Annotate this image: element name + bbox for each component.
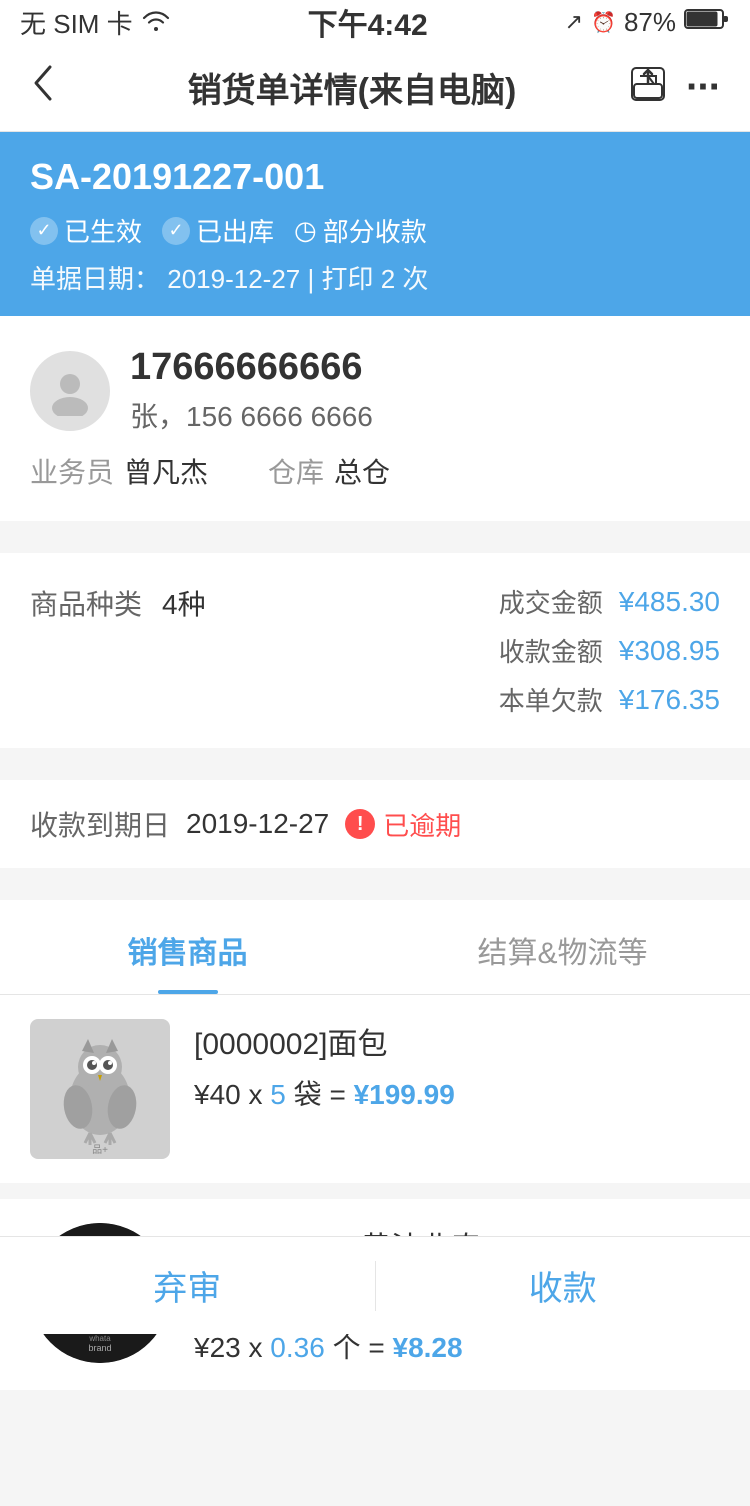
product-thumb-1: 品+ <box>30 1019 170 1159</box>
check-icon-1: ✓ <box>30 217 58 245</box>
nav-actions: ··· <box>630 65 720 110</box>
pay-amount: ¥308.95 <box>619 635 720 667</box>
product-equals-2: = <box>368 1332 392 1363</box>
product-type-label: 商品种类 <box>30 583 142 623</box>
deal-amount-line: 成交金额 ¥485.30 <box>499 583 720 620</box>
product-name-1: [0000002]面包 <box>194 1019 720 1063</box>
product-total-2: ¥8.28 <box>393 1332 463 1363</box>
product-qty-1: 5 <box>270 1079 286 1110</box>
salesperson-value: 曾凡杰 <box>124 451 208 491</box>
confirm-button[interactable]: 收款 <box>376 1261 750 1310</box>
debt-amount-line: 本单欠款 ¥176.35 <box>499 681 720 718</box>
debt-label: 本单欠款 <box>499 681 603 718</box>
order-id: SA-20191227-001 <box>30 156 720 198</box>
time-display: 下午4:42 <box>308 0 428 44</box>
status-effective: ✓ 已生效 <box>30 212 142 249</box>
tabs-row: 销售商品 结算&物流等 <box>0 900 750 994</box>
deal-label: 成交金额 <box>499 583 603 620</box>
location-icon: ↗ <box>565 9 583 35</box>
overdue-icon: ! <box>345 809 375 839</box>
product-price-value-2: ¥23 <box>194 1332 241 1363</box>
status-bar: 无 SIM 卡 下午4:42 ↗ ⏰ 87% <box>0 0 750 44</box>
svg-text:品+: 品+ <box>92 1144 108 1156</box>
due-date-section: 收款到期日 2019-12-27 ! 已逾期 <box>0 780 750 868</box>
warehouse-value: 总仓 <box>334 451 390 491</box>
product-unit-1: 袋 <box>294 1079 322 1110</box>
stats-section: 商品种类 4种 成交金额 ¥485.30 收款金额 ¥308.95 本单欠款 ¥… <box>0 553 750 748</box>
separator-2 <box>0 764 750 780</box>
pay-amount-line: 收款金额 ¥308.95 <box>499 632 720 669</box>
wifi-icon <box>141 7 171 38</box>
share-icon[interactable] <box>630 66 666 109</box>
product-price-multiply-1: x <box>249 1079 271 1110</box>
warehouse-label: 仓库 <box>268 451 324 491</box>
date-value: 2019-12-27 <box>167 264 300 294</box>
stats-row: 商品种类 4种 成交金额 ¥485.30 收款金额 ¥308.95 本单欠款 ¥… <box>30 583 720 718</box>
product-price-value-1: ¥40 <box>194 1079 241 1110</box>
due-label: 收款到期日 <box>30 804 170 844</box>
tab-settlement[interactable]: 结算&物流等 <box>375 900 750 994</box>
back-button[interactable] <box>30 63 74 113</box>
date-label: 单据日期： <box>30 264 160 294</box>
product-equals-1: = <box>329 1079 353 1110</box>
battery-icon <box>684 7 730 38</box>
stats-left: 商品种类 4种 <box>30 583 206 623</box>
tab-sales-products[interactable]: 销售商品 <box>0 900 375 994</box>
print-count: 2 <box>381 264 395 294</box>
tabs-section: 销售商品 结算&物流等 <box>0 900 750 995</box>
alarm-icon: ⏰ <box>591 10 616 35</box>
product-price-1: ¥40 x 5 袋 = ¥199.99 <box>194 1073 720 1113</box>
print-unit: 次 <box>402 264 428 294</box>
product-info-1: [0000002]面包 ¥40 x 5 袋 = ¥199.99 <box>194 1019 720 1113</box>
warehouse-item: 仓库 总仓 <box>268 451 390 491</box>
check-icon-2: ✓ <box>162 217 190 245</box>
product-type-count: 4种 <box>162 583 206 623</box>
carrier-text: 无 SIM 卡 <box>20 4 133 41</box>
print-label: | 打印 <box>307 264 373 294</box>
customer-info: 17666666666 张，156 6666 6666 <box>130 346 373 435</box>
svg-text:brand: brand <box>88 1343 111 1353</box>
pay-label: 收款金额 <box>499 632 603 669</box>
customer-name-phone: 张，156 6666 6666 <box>130 395 373 435</box>
bottom-spacer <box>0 1406 750 1506</box>
status-right: ↗ ⏰ 87% <box>565 7 730 38</box>
due-date-value: 2019-12-27 <box>186 808 329 840</box>
clock-icon: ◷ <box>294 215 317 246</box>
status-shipped: ✓ 已出库 <box>162 212 274 249</box>
salesperson-label: 业务员 <box>30 451 114 491</box>
customer-main-row: 17666666666 张，156 6666 6666 <box>30 346 720 435</box>
product-price-multiply-2: x <box>249 1332 271 1363</box>
battery-text: 87% <box>624 7 676 38</box>
separator-1 <box>0 537 750 553</box>
product-item-1: 品+ [0000002]面包 ¥40 x 5 袋 = ¥199.99 <box>0 995 750 1183</box>
customer-details-row: 业务员 曾凡杰 仓库 总仓 <box>30 451 720 491</box>
product-total-1: ¥199.99 <box>354 1079 455 1110</box>
order-header-banner: SA-20191227-001 ✓ 已生效 ✓ 已出库 ◷ 部分收款 单据日期：… <box>0 132 750 316</box>
page-title: 销货单详情(来自电脑) <box>74 63 630 112</box>
cancel-button[interactable]: 弃审 <box>0 1261 375 1310</box>
status-partial-payment: ◷ 部分收款 <box>294 212 427 249</box>
order-status-row: ✓ 已生效 ✓ 已出库 ◷ 部分收款 <box>30 212 720 249</box>
overdue-badge: ! 已逾期 <box>345 806 461 843</box>
product-qty-2: 0.36 <box>270 1332 325 1363</box>
svg-text:whata: whata <box>88 1334 111 1343</box>
salesperson-item: 业务员 曾凡杰 <box>30 451 208 491</box>
separator-3 <box>0 884 750 900</box>
overdue-text: 已逾期 <box>383 806 461 843</box>
debt-amount: ¥176.35 <box>619 684 720 716</box>
customer-section: 17666666666 张，156 6666 6666 业务员 曾凡杰 仓库 总… <box>0 316 750 521</box>
status-left: 无 SIM 卡 <box>20 4 171 41</box>
customer-avatar <box>30 351 110 431</box>
nav-bar: 销货单详情(来自电脑) ··· <box>0 44 750 132</box>
more-icon[interactable]: ··· <box>686 65 720 110</box>
order-date-row: 单据日期： 2019-12-27 | 打印 2 次 <box>30 259 720 296</box>
stats-right: 成交金额 ¥485.30 收款金额 ¥308.95 本单欠款 ¥176.35 <box>499 583 720 718</box>
bottom-bar: 弃审 收款 <box>0 1236 750 1334</box>
deal-amount: ¥485.30 <box>619 586 720 618</box>
product-unit-2: 个 <box>333 1332 361 1363</box>
customer-phone: 17666666666 <box>130 346 373 389</box>
